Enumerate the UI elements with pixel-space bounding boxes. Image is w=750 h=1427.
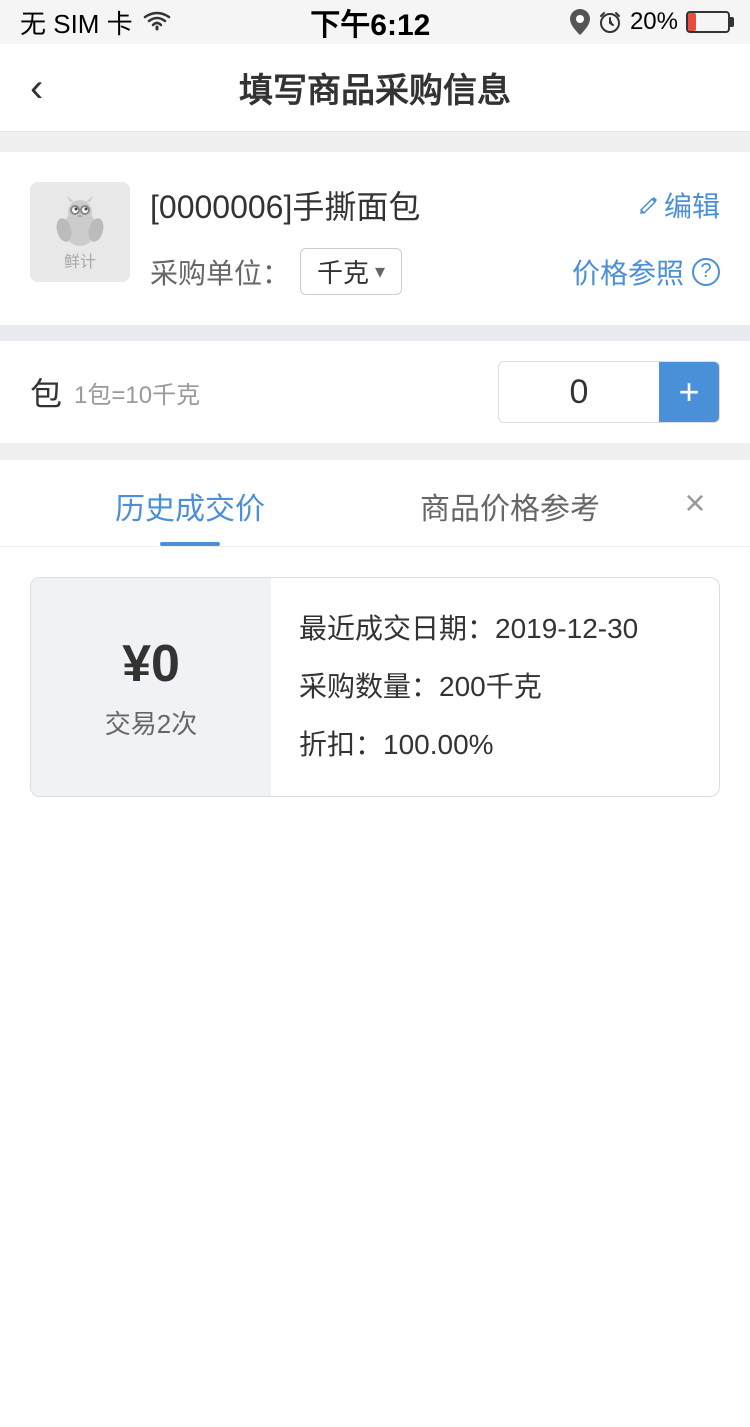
nav-bar: ‹ 填写商品采购信息 xyxy=(0,44,750,132)
discount-value: 100.00% xyxy=(383,729,494,760)
card-price-value: ¥0 xyxy=(122,634,180,694)
currency-symbol: ¥ xyxy=(122,635,151,693)
card-quantity-row: 采购数量：200千克 xyxy=(299,666,691,708)
carrier-text: 无 SIM 卡 xyxy=(20,4,133,41)
product-logo-icon xyxy=(50,192,110,252)
card-price-section: ¥0 交易2次 xyxy=(31,578,271,796)
page-title: 填写商品采购信息 xyxy=(239,63,511,112)
main-content-area xyxy=(0,827,750,1427)
tab-history[interactable]: 历史成交价 xyxy=(30,460,350,546)
quantity-conversion: 1包=10千克 xyxy=(74,375,200,410)
quantity-value-text: 200千克 xyxy=(439,671,542,702)
status-bar: 无 SIM 卡 下午6:12 20% xyxy=(0,0,750,44)
unit-select[interactable]: 千克 ▾ xyxy=(300,248,402,295)
battery-text: 20% xyxy=(630,8,678,36)
quantity-label-text: 采购数量： xyxy=(299,671,439,702)
unit-row: 采购单位： 千克 ▾ 价格参照 ? xyxy=(150,248,720,295)
recent-date-value: 2019-12-30 xyxy=(495,613,638,644)
battery-icon xyxy=(686,11,730,33)
logo-sub-text: 鲜计 xyxy=(64,248,96,272)
status-time: 下午6:12 xyxy=(310,0,430,44)
help-icon: ? xyxy=(692,258,720,286)
price-ref-label: 价格参照 xyxy=(572,252,684,292)
product-row: 鲜计 [0000006]手撕面包 编辑 采购单位： xyxy=(30,182,720,295)
recent-date-label: 最近成交日期： xyxy=(299,613,495,644)
card-details-section: 最近成交日期：2019-12-30 采购数量：200千克 折扣：100.00% xyxy=(271,578,719,796)
tab-reference[interactable]: 商品价格参考 xyxy=(350,460,670,546)
tab-bar: 历史成交价 商品价格参考 × xyxy=(0,460,750,547)
tab-close-button[interactable]: × xyxy=(670,478,720,528)
quantity-plus-button[interactable]: + xyxy=(659,362,719,422)
card-trade-count: 交易2次 xyxy=(105,704,197,741)
product-name-row: [0000006]手撕面包 编辑 xyxy=(150,182,720,228)
quantity-input-group: + xyxy=(498,361,720,423)
edit-button[interactable]: 编辑 xyxy=(638,185,720,225)
card-recent-date-row: 最近成交日期：2019-12-30 xyxy=(299,608,691,650)
product-info: [0000006]手撕面包 编辑 采购单位： 千克 ▾ xyxy=(150,182,720,295)
quantity-label: 包 1包=10千克 xyxy=(30,369,200,415)
unit-dropdown-arrow: ▾ xyxy=(375,259,385,284)
wifi-icon xyxy=(143,11,171,33)
section-divider xyxy=(0,325,750,341)
price-reference-button[interactable]: 价格参照 ? xyxy=(572,252,720,292)
quantity-input[interactable] xyxy=(499,362,659,422)
unit-left: 采购单位： 千克 ▾ xyxy=(150,248,402,295)
unit-label: 采购单位： xyxy=(150,252,290,292)
discount-label: 折扣： xyxy=(299,729,383,760)
transaction-card: ¥0 交易2次 最近成交日期：2019-12-30 采购数量：200千克 折扣：… xyxy=(30,577,720,797)
location-icon xyxy=(570,9,590,35)
thumbnail-inner: 鲜计 xyxy=(50,192,110,272)
unit-value: 千克 xyxy=(317,253,369,290)
alarm-icon xyxy=(598,10,622,34)
edit-label: 编辑 xyxy=(664,185,720,225)
bottom-sheet: 历史成交价 商品价格参考 × ¥0 交易2次 最近成交日期：2019-12-30… xyxy=(0,459,750,1427)
status-left: 无 SIM 卡 xyxy=(20,4,171,41)
status-right: 20% xyxy=(570,8,730,36)
quantity-section: 包 1包=10千克 + xyxy=(0,341,750,443)
product-section: 鲜计 [0000006]手撕面包 编辑 采购单位： xyxy=(0,152,750,325)
edit-icon xyxy=(638,194,660,216)
back-button[interactable]: ‹ xyxy=(30,68,43,108)
product-thumbnail: 鲜计 xyxy=(30,182,130,282)
battery-fill xyxy=(688,13,696,31)
card-discount-row: 折扣：100.00% xyxy=(299,724,691,766)
product-name: [0000006]手撕面包 xyxy=(150,182,420,228)
quantity-unit: 包 xyxy=(30,369,62,415)
